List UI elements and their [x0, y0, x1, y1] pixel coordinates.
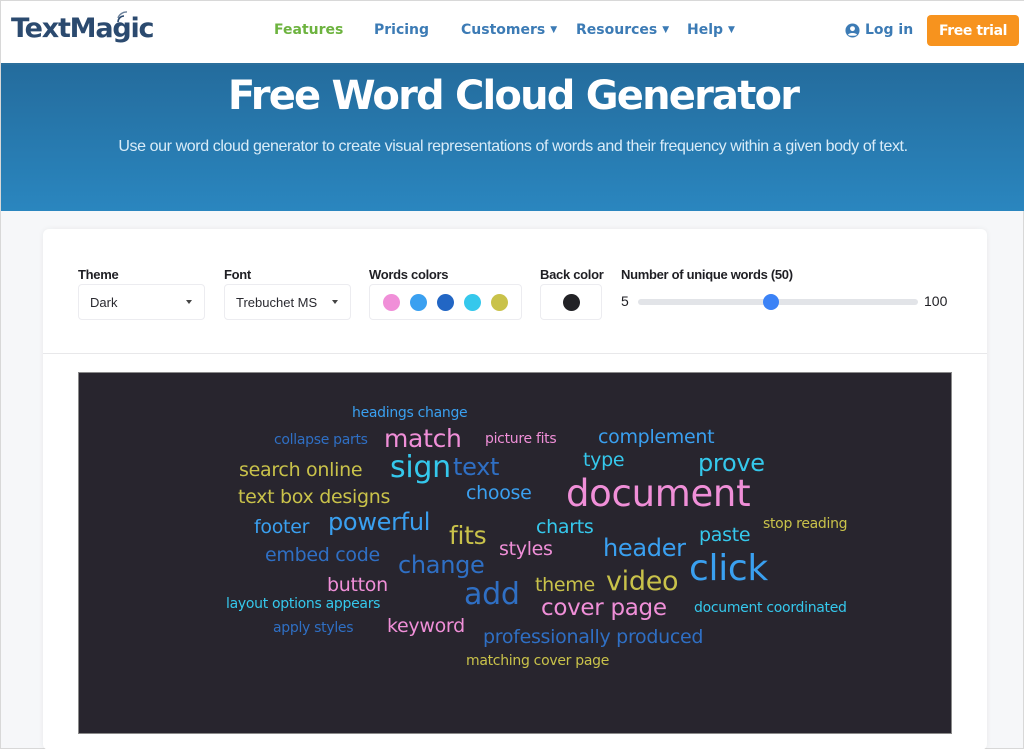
cloud-word: paste	[699, 524, 751, 546]
font-label: Font	[224, 267, 251, 282]
dropdown-arrow-icon	[332, 300, 338, 304]
cloud-word: type	[583, 449, 625, 471]
theme-select[interactable]: Dark	[78, 284, 205, 320]
cloud-word: choose	[466, 482, 532, 504]
cloud-word: headings change	[352, 405, 468, 421]
font-value: Trebuchet MS	[236, 294, 318, 310]
theme-label: Theme	[78, 267, 119, 282]
cloud-word: stop reading	[763, 516, 848, 532]
slider-min-label: 5	[621, 293, 629, 309]
login-link[interactable]: Log in	[845, 22, 913, 38]
nav-pricing[interactable]: Pricing	[374, 22, 429, 38]
cloud-word: matching cover page	[466, 653, 610, 669]
free-trial-button[interactable]: Free trial	[927, 15, 1019, 46]
cloud-word: document coordinated	[694, 600, 847, 616]
word-color-swatch[interactable]	[464, 293, 481, 311]
words-colors-picker	[369, 284, 522, 320]
back-color-picker[interactable]	[540, 284, 602, 320]
nav-customers-label: Customers	[461, 22, 546, 38]
nav-pricing-label: Pricing	[374, 22, 430, 38]
cloud-word: collapse parts	[274, 432, 368, 448]
controls-panel: Theme Dark Font Trebuchet MS Words color…	[43, 229, 987, 354]
cloud-word: search online	[239, 459, 363, 481]
word-color-swatch[interactable]	[410, 293, 427, 311]
nav-help[interactable]: Help ▼	[687, 22, 735, 38]
theme-value: Dark	[90, 294, 118, 310]
word-color-swatch[interactable]	[491, 293, 508, 311]
dropdown-arrow-icon	[186, 300, 192, 304]
chevron-down-icon: ▼	[662, 25, 670, 35]
cloud-word: fits	[449, 521, 487, 550]
cloud-word: button	[327, 574, 388, 596]
word-color-swatch[interactable]	[437, 293, 454, 311]
signal-icon	[117, 11, 128, 23]
slider-thumb[interactable]	[762, 294, 779, 310]
chevron-down-icon: ▼	[728, 25, 735, 35]
cloud-word: keyword	[387, 615, 465, 637]
word-cloud-canvas: headings change collapse parts match pictur…	[78, 372, 952, 734]
words-colors-label: Words colors	[369, 267, 449, 282]
cloud-word: professionally produced	[483, 626, 704, 648]
user-icon	[845, 22, 860, 38]
cloud-word: sign	[390, 450, 451, 485]
textmagic-logo[interactable]: TextMagic	[11, 13, 155, 44]
hero-banner: Free Word Cloud Generator Use our word c…	[1, 63, 1024, 211]
unique-words-slider[interactable]	[638, 294, 918, 310]
slider-max-label: 100	[924, 293, 948, 309]
cloud-word: text	[453, 453, 500, 481]
cloud-word: match	[384, 424, 462, 453]
cloud-word: theme	[535, 574, 595, 596]
cloud-word: picture fits	[485, 431, 557, 447]
cloud-word: video	[606, 566, 679, 597]
cloud-word: charts	[536, 516, 594, 538]
nav-resources[interactable]: Resources ▼	[576, 22, 669, 38]
cloud-word: add	[464, 577, 520, 612]
back-color-label: Back color	[540, 267, 604, 282]
login-label: Log in	[865, 22, 914, 38]
font-select[interactable]: Trebuchet MS	[224, 284, 351, 320]
top-navigation-bar: TextMagic Features Pricing Customers ▼ Re…	[1, 1, 1024, 63]
word-cloud-card: Theme Dark Font Trebuchet MS Words color…	[43, 229, 987, 749]
nav-help-label: Help	[687, 22, 724, 38]
cloud-word: layout options appears	[226, 596, 381, 612]
cloud-word: header	[603, 534, 686, 562]
nav-resources-label: Resources	[576, 22, 658, 38]
page-subtitle: Use our word cloud generator to create v…	[118, 138, 908, 155]
cloud-word: powerful	[328, 508, 431, 536]
cloud-word: document	[566, 472, 751, 515]
back-color-swatch[interactable]	[562, 293, 580, 311]
nav-customers[interactable]: Customers ▼	[461, 22, 557, 38]
cloud-word: change	[398, 551, 485, 579]
unique-words-label: Number of unique words (50)	[621, 267, 793, 282]
cloud-word: complement	[598, 426, 715, 448]
cloud-word: footer	[254, 516, 310, 538]
cloud-word: embed code	[265, 544, 380, 566]
cloud-word: click	[689, 548, 768, 589]
cloud-word: apply styles	[273, 620, 354, 636]
word-color-swatch[interactable]	[383, 293, 400, 311]
cloud-word: cover page	[541, 595, 667, 621]
cloud-word: text box designs	[238, 486, 391, 508]
chevron-down-icon: ▼	[550, 25, 558, 35]
nav-features[interactable]: Features	[274, 22, 343, 38]
page-title: Free Word Cloud Generator	[227, 73, 800, 119]
cloud-word: styles	[499, 538, 553, 560]
nav-features-label: Features	[274, 22, 344, 38]
